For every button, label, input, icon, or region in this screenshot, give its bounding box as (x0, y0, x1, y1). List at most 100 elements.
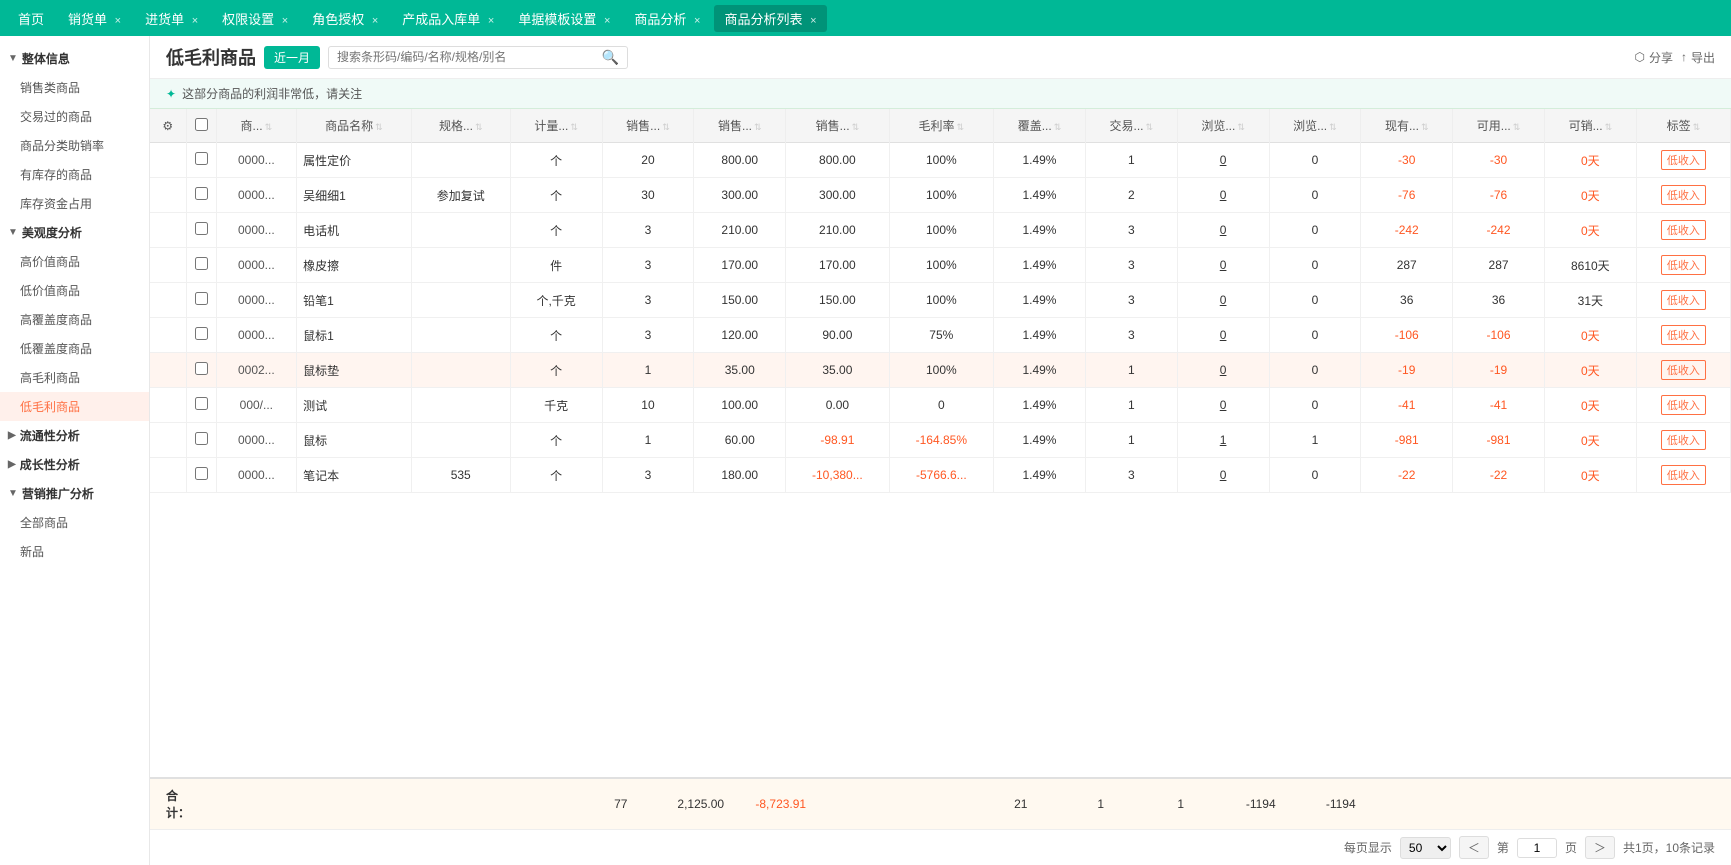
page-size-select[interactable]: 50 100 200 (1400, 837, 1451, 859)
page-number-input[interactable] (1517, 838, 1557, 858)
nav-role[interactable]: 角色授权 × (302, 5, 388, 32)
nav-template[interactable]: 单据模板设置 × (508, 5, 620, 32)
close-icon[interactable]: × (372, 15, 378, 27)
close-icon[interactable]: × (488, 15, 494, 27)
row-select-checkbox[interactable] (195, 397, 208, 410)
close-icon[interactable]: × (604, 15, 610, 27)
sidebar-item-all-products[interactable]: 全部商品 (0, 508, 149, 537)
row-checkbox[interactable] (186, 423, 216, 458)
col-browse2-header[interactable]: 浏览...⇅ (1269, 109, 1361, 143)
col-browse1-header[interactable]: 浏览...⇅ (1177, 109, 1269, 143)
col-sales-profit-header[interactable]: 销售...⇅ (786, 109, 889, 143)
row-checkbox[interactable] (186, 388, 216, 423)
close-icon[interactable]: × (282, 15, 288, 27)
browse1-link[interactable]: 0 (1220, 468, 1227, 482)
sidebar-group-growth[interactable]: ▶ 成长性分析 (0, 450, 149, 479)
col-saleable-days-header[interactable]: 可销...⇅ (1544, 109, 1636, 143)
browse1-link[interactable]: 0 (1220, 398, 1227, 412)
col-tag-header[interactable]: 标签⇅ (1636, 109, 1730, 143)
date-filter-button[interactable]: 近一月 (264, 46, 320, 69)
sidebar-item-stock-capital[interactable]: 库存资金占用 (0, 189, 149, 218)
next-page-button[interactable]: ＞ (1585, 836, 1615, 859)
row-browse1[interactable]: 0 (1177, 318, 1269, 353)
row-select-checkbox[interactable] (195, 187, 208, 200)
sidebar-item-traded-products[interactable]: 交易过的商品 (0, 102, 149, 131)
sidebar-item-low-margin[interactable]: 低毛利商品 (0, 392, 149, 421)
row-select-checkbox[interactable] (195, 467, 208, 480)
row-select-checkbox[interactable] (195, 362, 208, 375)
row-browse1[interactable]: 0 (1177, 248, 1269, 283)
row-browse1[interactable]: 0 (1177, 458, 1269, 493)
row-checkbox[interactable] (186, 178, 216, 213)
browse1-link[interactable]: 0 (1220, 188, 1227, 202)
sidebar-item-low-coverage[interactable]: 低覆盖度商品 (0, 334, 149, 363)
sidebar-item-high-margin[interactable]: 高毛利商品 (0, 363, 149, 392)
col-transaction-header[interactable]: 交易...⇅ (1085, 109, 1177, 143)
browse1-link[interactable]: 0 (1220, 223, 1227, 237)
sidebar-item-sales-products[interactable]: 销售类商品 (0, 73, 149, 102)
close-icon[interactable]: × (115, 15, 121, 27)
sidebar-item-new-products[interactable]: 新品 (0, 537, 149, 566)
col-sales-amount-header[interactable]: 销售...⇅ (694, 109, 786, 143)
row-select-checkbox[interactable] (195, 222, 208, 235)
col-coverage-header[interactable]: 覆盖...⇅ (994, 109, 1086, 143)
search-icon[interactable]: 🔍 (602, 49, 619, 66)
close-icon[interactable]: × (192, 15, 198, 27)
row-browse1[interactable]: 1 (1177, 423, 1269, 458)
row-browse1[interactable]: 0 (1177, 213, 1269, 248)
select-all-checkbox[interactable] (195, 118, 208, 131)
row-browse1[interactable]: 0 (1177, 353, 1269, 388)
col-unit-header[interactable]: 计量...⇅ (510, 109, 602, 143)
sidebar-group-overall[interactable]: ▼ 整体信息 (0, 44, 149, 73)
browse1-link[interactable]: 0 (1220, 153, 1227, 167)
row-select-checkbox[interactable] (195, 152, 208, 165)
prev-page-button[interactable]: ＜ (1459, 836, 1489, 859)
browse1-link[interactable]: 1 (1220, 433, 1227, 447)
row-checkbox[interactable] (186, 213, 216, 248)
sidebar-item-low-value[interactable]: 低价值商品 (0, 276, 149, 305)
row-select-checkbox[interactable] (195, 257, 208, 270)
col-gross-margin-header[interactable]: 毛利率⇅ (889, 109, 993, 143)
row-checkbox[interactable] (186, 353, 216, 388)
close-icon[interactable]: × (810, 15, 816, 27)
col-available-header[interactable]: 可用...⇅ (1453, 109, 1545, 143)
search-input[interactable] (337, 50, 602, 64)
browse1-link[interactable]: 0 (1220, 293, 1227, 307)
close-icon[interactable]: × (694, 15, 700, 27)
sidebar-item-category-rate[interactable]: 商品分类助销率 (0, 131, 149, 160)
row-select-checkbox[interactable] (195, 432, 208, 445)
sidebar-item-high-value[interactable]: 高价值商品 (0, 247, 149, 276)
browse1-link[interactable]: 0 (1220, 328, 1227, 342)
browse1-link[interactable]: 0 (1220, 363, 1227, 377)
nav-sales[interactable]: 销货单 × (58, 5, 131, 32)
sidebar-group-liquidity[interactable]: ▶ 流通性分析 (0, 421, 149, 450)
row-checkbox[interactable] (186, 283, 216, 318)
col-code-header[interactable]: 商...⇅ (216, 109, 297, 143)
col-name-header[interactable]: 商品名称⇅ (297, 109, 412, 143)
browse1-link[interactable]: 0 (1220, 258, 1227, 272)
export-button[interactable]: ↑ 导出 (1681, 49, 1715, 66)
sidebar-item-stocked-products[interactable]: 有库存的商品 (0, 160, 149, 189)
row-browse1[interactable]: 0 (1177, 388, 1269, 423)
col-checkbox-header[interactable] (186, 109, 216, 143)
sidebar-item-high-coverage[interactable]: 高覆盖度商品 (0, 305, 149, 334)
row-checkbox[interactable] (186, 458, 216, 493)
nav-home[interactable]: 首页 (8, 5, 54, 32)
row-select-checkbox[interactable] (195, 327, 208, 340)
row-browse1[interactable]: 0 (1177, 178, 1269, 213)
nav-purchase[interactable]: 进货单 × (135, 5, 208, 32)
table-container[interactable]: ⚙ 商...⇅ 商品名称⇅ 规格...⇅ 计量...⇅ 销售...⇅ 销售...… (150, 109, 1731, 777)
col-spec-header[interactable]: 规格...⇅ (411, 109, 510, 143)
row-browse1[interactable]: 0 (1177, 143, 1269, 178)
nav-permission[interactable]: 权限设置 × (212, 5, 298, 32)
nav-product-analysis-list[interactable]: 商品分析列表 × (714, 5, 826, 32)
nav-product-analysis[interactable]: 商品分析 × (624, 5, 710, 32)
row-browse1[interactable]: 0 (1177, 283, 1269, 318)
col-settings[interactable]: ⚙ (150, 109, 186, 143)
row-checkbox[interactable] (186, 248, 216, 283)
col-sales-qty-header[interactable]: 销售...⇅ (602, 109, 694, 143)
sidebar-group-beauty[interactable]: ▼ 美观度分析 (0, 218, 149, 247)
row-checkbox[interactable] (186, 143, 216, 178)
col-current-stock-header[interactable]: 现有...⇅ (1361, 109, 1453, 143)
row-checkbox[interactable] (186, 318, 216, 353)
